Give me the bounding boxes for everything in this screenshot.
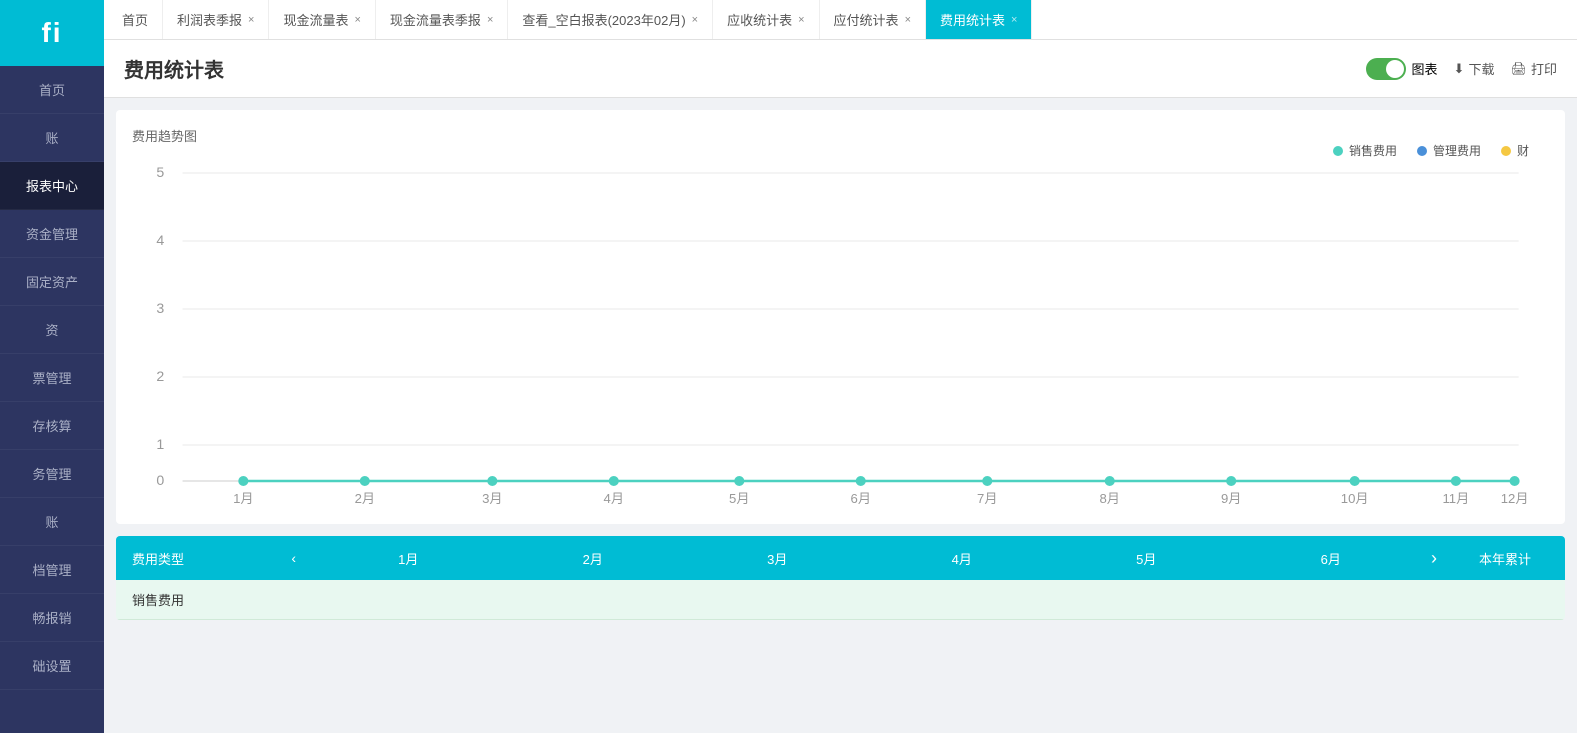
legend-label-sales: 销售费用 bbox=[1349, 142, 1397, 159]
sidebar-item-fixed-asset[interactable]: 固定资产 bbox=[0, 258, 104, 306]
header-month-5: 5月 bbox=[1054, 549, 1239, 568]
header-type: 费用类型 ‹ bbox=[116, 549, 316, 568]
svg-text:7月: 7月 bbox=[977, 491, 997, 505]
tab-expense[interactable]: 费用统计表 × bbox=[926, 0, 1032, 40]
legend-dot-finance bbox=[1501, 146, 1511, 156]
chart-toggle-wrap: 图表 bbox=[1366, 58, 1438, 80]
header-actions: 图表 ⬇ 下载 🖨 打印 bbox=[1366, 58, 1557, 80]
main-area: 首页 利润表季报 × 现金流量表 × 现金流量表季报 × 查看_空白报表(202… bbox=[104, 0, 1577, 733]
sidebar-item-service[interactable]: 务管理 bbox=[0, 450, 104, 498]
close-cashflow-quarterly-tab[interactable]: × bbox=[487, 14, 493, 26]
svg-text:11月: 11月 bbox=[1442, 491, 1469, 505]
prev-months-button[interactable]: ‹ bbox=[287, 550, 300, 566]
expense-table: 费用类型 ‹ 1月 2月 3月 4月 5月 6月 › 本年累计 销售费用 bbox=[116, 536, 1565, 620]
sidebar-item-invoice[interactable]: 票管理 bbox=[0, 354, 104, 402]
svg-text:1: 1 bbox=[156, 436, 164, 452]
page-header: 费用统计表 图表 ⬇ 下载 🖨 打印 bbox=[104, 40, 1577, 98]
svg-text:2: 2 bbox=[156, 368, 164, 384]
tab-home[interactable]: 首页 bbox=[108, 0, 163, 40]
next-months-button[interactable]: › bbox=[1423, 548, 1445, 569]
sidebar-item-sales[interactable]: 畅报销 bbox=[0, 594, 104, 642]
chart-svg: 5 4 3 2 1 0 bbox=[132, 155, 1549, 505]
header-month-3: 3月 bbox=[685, 549, 870, 568]
row-type-sales: 销售费用 bbox=[116, 590, 316, 609]
sidebar-logo: fi bbox=[0, 0, 104, 66]
header-month-2: 2月 bbox=[501, 549, 686, 568]
svg-text:12月: 12月 bbox=[1501, 491, 1529, 505]
legend-dot-sales bbox=[1333, 146, 1343, 156]
sidebar-item-settings[interactable]: 础设置 bbox=[0, 642, 104, 690]
svg-text:2月: 2月 bbox=[355, 491, 375, 505]
sidebar-item-account[interactable]: 账 bbox=[0, 114, 104, 162]
header-total: 本年累计 bbox=[1445, 549, 1565, 568]
svg-text:5: 5 bbox=[156, 164, 164, 180]
svg-text:9月: 9月 bbox=[1221, 491, 1241, 505]
print-button[interactable]: 🖨 打印 bbox=[1510, 59, 1557, 78]
svg-text:3月: 3月 bbox=[482, 491, 502, 505]
close-cashflow-tab[interactable]: × bbox=[354, 14, 360, 26]
chart-section: 费用趋势图 销售费用 管理费用 财 bbox=[116, 110, 1565, 524]
download-button[interactable]: ⬇ 下载 bbox=[1454, 59, 1495, 78]
svg-text:5月: 5月 bbox=[729, 491, 749, 505]
header-month-6: 6月 bbox=[1239, 549, 1424, 568]
sidebar-item-report[interactable]: 报表中心 bbox=[0, 162, 104, 210]
sidebar: fi 首页 账 报表中心 资金管理 固定资产 资 票管理 存核算 务管理 账 档… bbox=[0, 0, 104, 733]
table-row-sales: 销售费用 bbox=[116, 580, 1565, 620]
sidebar-item-capital[interactable]: 资 bbox=[0, 306, 104, 354]
chart-label: 图表 bbox=[1412, 59, 1438, 78]
svg-text:1月: 1月 bbox=[233, 491, 253, 505]
close-expense-tab[interactable]: × bbox=[1011, 14, 1017, 26]
table-header: 费用类型 ‹ 1月 2月 3月 4月 5月 6月 › 本年累计 bbox=[116, 536, 1565, 580]
sidebar-item-archive[interactable]: 档管理 bbox=[0, 546, 104, 594]
header-month-1: 1月 bbox=[316, 549, 501, 568]
close-blank-report-tab[interactable]: × bbox=[692, 14, 698, 26]
tab-blank-report[interactable]: 查看_空白报表(2023年02月) × bbox=[508, 0, 713, 40]
tab-bar: 首页 利润表季报 × 现金流量表 × 现金流量表季报 × 查看_空白报表(202… bbox=[104, 0, 1577, 40]
svg-text:3: 3 bbox=[156, 300, 164, 316]
tab-cashflow-quarterly[interactable]: 现金流量表季报 × bbox=[376, 0, 508, 40]
page-title: 费用统计表 bbox=[124, 54, 224, 83]
svg-text:8月: 8月 bbox=[1100, 491, 1120, 505]
legend-label-admin: 管理费用 bbox=[1433, 142, 1481, 159]
chart-toggle[interactable] bbox=[1366, 58, 1406, 80]
close-receivable-tab[interactable]: × bbox=[798, 14, 804, 26]
legend-finance: 财 bbox=[1501, 142, 1529, 159]
tab-cashflow[interactable]: 现金流量表 × bbox=[269, 0, 375, 40]
sidebar-item-inventory[interactable]: 存核算 bbox=[0, 402, 104, 450]
header-month-4: 4月 bbox=[870, 549, 1055, 568]
tab-receivable[interactable]: 应收统计表 × bbox=[713, 0, 819, 40]
sidebar-item-fund[interactable]: 资金管理 bbox=[0, 210, 104, 258]
legend-admin: 管理费用 bbox=[1417, 142, 1481, 159]
svg-text:6月: 6月 bbox=[851, 491, 871, 505]
legend-dot-admin bbox=[1417, 146, 1427, 156]
legend-sales: 销售费用 bbox=[1333, 142, 1397, 159]
chart-legend: 销售费用 管理费用 财 bbox=[1333, 142, 1529, 159]
svg-text:4月: 4月 bbox=[604, 491, 624, 505]
svg-text:10月: 10月 bbox=[1341, 491, 1369, 505]
tab-payable[interactable]: 应付统计表 × bbox=[820, 0, 926, 40]
svg-text:0: 0 bbox=[156, 472, 164, 488]
legend-label-finance: 财 bbox=[1517, 142, 1529, 159]
print-icon: 🖨 bbox=[1510, 61, 1527, 77]
sidebar-item-ledger[interactable]: 账 bbox=[0, 498, 104, 546]
close-profit-tab[interactable]: × bbox=[248, 14, 254, 26]
sidebar-item-home[interactable]: 首页 bbox=[0, 66, 104, 114]
close-payable-tab[interactable]: × bbox=[905, 14, 911, 26]
tab-profit[interactable]: 利润表季报 × bbox=[163, 0, 269, 40]
download-icon: ⬇ bbox=[1454, 61, 1465, 77]
svg-text:4: 4 bbox=[156, 232, 164, 248]
content-area: 费用统计表 图表 ⬇ 下载 🖨 打印 费用趋势图 bbox=[104, 40, 1577, 733]
